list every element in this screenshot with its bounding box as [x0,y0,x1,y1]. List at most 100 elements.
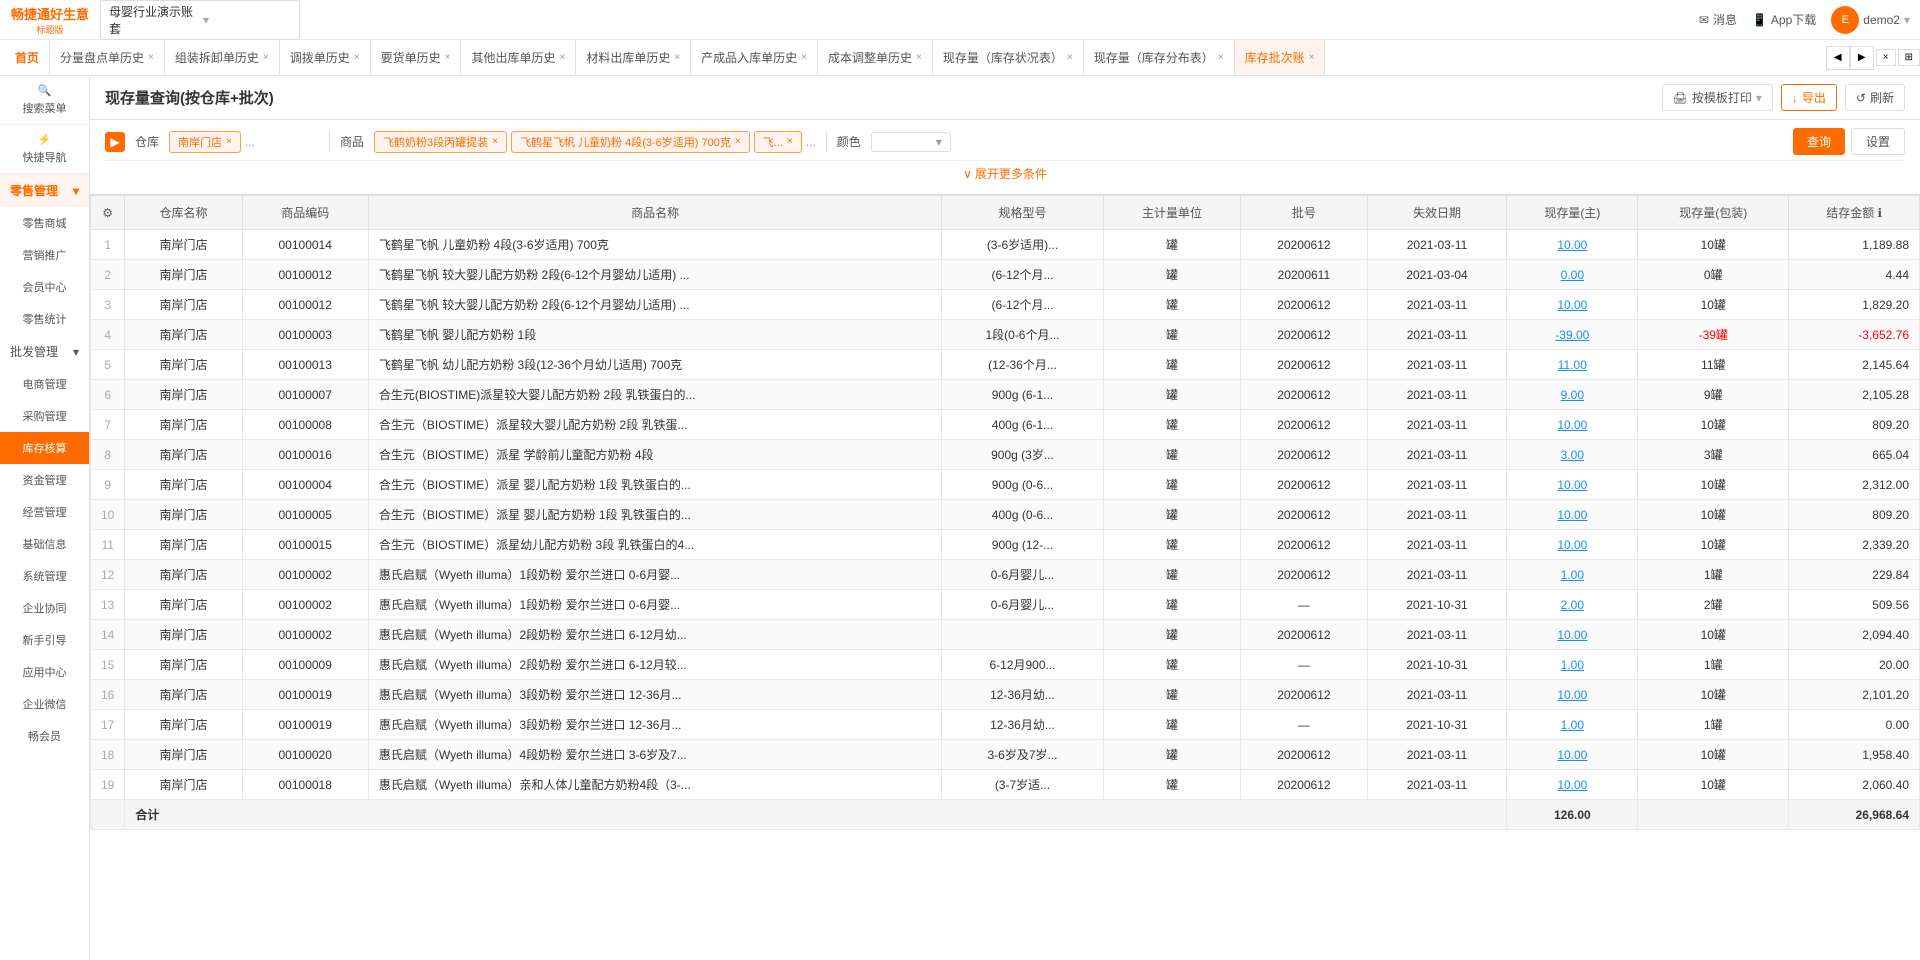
workspace-selector[interactable]: 母婴行业演示账套 ▾ [100,0,300,40]
top-bar: 畅捷通好生意 标题版 母婴行业演示账套 ▾ ✉ 消息 📱 App下载 E dem… [0,0,1920,40]
cell-qty-pkg: -39罐 [1638,320,1789,350]
close-tab-xiancun2[interactable]: × [1218,52,1224,63]
tab-cailiao[interactable]: 材料出库单历史 × [576,40,691,76]
app-download-btn[interactable]: 📱 App下载 [1752,11,1816,28]
filter-expand-arrow[interactable]: ▶ [105,132,125,152]
cell-qty-main[interactable]: 11.00 [1507,350,1638,380]
tab-xiancun1[interactable]: 现存量（库存状况表） × [933,40,1084,76]
sidebar-item-finance[interactable]: 资金管理 [0,464,89,496]
product-tag-1[interactable]: 飞鹤奶粉3段丙罐提装 × [374,131,507,153]
cell-qty-main[interactable]: 1.00 [1507,560,1638,590]
product-tag-3[interactable]: 飞... × [754,131,802,153]
warehouse-tag-nangang[interactable]: 南岸门店 × [169,131,241,153]
message-btn[interactable]: ✉ 消息 [1699,11,1737,28]
search-button[interactable]: 查询 [1793,128,1845,155]
sidebar-item-system[interactable]: 系统管理 [0,560,89,592]
tab-qtchuku[interactable]: 其他出库单历史 × [461,40,576,76]
cell-qty-main[interactable]: 2.00 [1507,590,1638,620]
tab-diaob[interactable]: 调拨单历史 × [280,40,371,76]
sidebar-item-vip[interactable]: 畅会员 [0,720,89,752]
nav-next-btn[interactable]: ▶ [1850,46,1874,70]
cell-qty-main[interactable]: 10.00 [1507,530,1638,560]
export-btn[interactable]: ↓ 导出 [1781,84,1837,111]
cell-qty-main[interactable]: 9.00 [1507,380,1638,410]
product-tag-3-close[interactable]: × [787,136,793,147]
tab-home[interactable]: 首页 [5,40,50,76]
sidebar-item-member[interactable]: 会员中心 [0,271,89,303]
sidebar-item-ecommerce[interactable]: 电商管理 [0,368,89,400]
cell-qty-main[interactable]: 10.00 [1507,770,1638,800]
expand-conditions-btn[interactable]: ∨ 展开更多条件 [105,160,1905,186]
cell-qty-main[interactable]: 10.00 [1507,680,1638,710]
col-spec: 规格型号 [942,196,1103,230]
cell-qty-main[interactable]: 1.00 [1507,650,1638,680]
cell-qty-main[interactable]: 10.00 [1507,230,1638,260]
tab-fenpan[interactable]: 分量盘点单历史 × [50,40,165,76]
table-row: 1南岸门店00100014飞鹤星飞帆 儿童奶粉 4段(3-6岁适用) 700克(… [91,230,1920,260]
sidebar-item-retail[interactable]: 零售管理 ▾ [0,174,89,207]
close-tab-fenpan[interactable]: × [148,52,154,63]
cell-qty-main[interactable]: 10.00 [1507,500,1638,530]
sidebar-item-inventory[interactable]: 库存核算 [0,432,89,464]
close-tab-zuchai[interactable]: × [263,52,269,63]
nav-prev-btn[interactable]: ◀ [1826,46,1850,70]
cell-amount: 229.84 [1789,560,1920,590]
cell-qty-main[interactable]: 3.00 [1507,440,1638,470]
sidebar-quick-nav[interactable]: ⚡ 快捷导航 [0,125,89,174]
tab-yaohuo[interactable]: 要货单历史 × [371,40,462,76]
tab-chengpin[interactable]: 产成品入库单历史 × [691,40,818,76]
settings-button[interactable]: 设置 [1851,128,1905,155]
color-filter-select[interactable]: ▾ [871,132,951,152]
close-tab-chenben[interactable]: × [916,52,922,63]
sidebar-item-purchase[interactable]: 采购管理 [0,400,89,432]
sidebar-item-collab[interactable]: 企业协同 [0,592,89,624]
sidebar-item-guide[interactable]: 新手引导 [0,624,89,656]
sidebar-search[interactable]: 🔍 搜索菜单 [0,76,89,125]
cell-qty-main[interactable]: 10.00 [1507,410,1638,440]
print-btn[interactable]: 🖨 按模板打印 ▾ [1662,84,1773,111]
sidebar-item-mgmt[interactable]: 经营管理 [0,496,89,528]
warehouse-tag-close[interactable]: × [226,136,232,147]
cell-qty-main[interactable]: -39.00 [1507,320,1638,350]
product-tag-2-close[interactable]: × [735,136,741,147]
tab-zuchai[interactable]: 组装拆卸单历史 × [165,40,280,76]
close-tab-diaob[interactable]: × [354,52,360,63]
cell-qty-pkg: 1罐 [1638,560,1789,590]
nav-expand-btn[interactable]: ⊞ [1898,49,1920,66]
user-profile[interactable]: E demo2 ▾ [1831,6,1910,34]
tab-chenben[interactable]: 成本调整单历史 × [818,40,933,76]
col-settings[interactable]: ⚙ [91,196,125,230]
cell-qty-main[interactable]: 10.00 [1507,290,1638,320]
cell-batch: 20200612 [1241,290,1367,320]
close-tab-qtchuku[interactable]: × [559,52,565,63]
product-tag-1-close[interactable]: × [492,136,498,147]
cell-qty-main[interactable]: 0.00 [1507,260,1638,290]
sidebar-item-retail-stats[interactable]: 零售统计 [0,303,89,335]
sidebar-item-wholesale[interactable]: 批发管理 ▾ [0,335,89,368]
product-more[interactable]: ... [806,135,816,149]
sidebar-item-basic[interactable]: 基础信息 [0,528,89,560]
tab-kucun-pici[interactable]: 库存批次账 × [1235,40,1326,76]
warehouse-more[interactable]: ... [245,135,255,149]
tab-xiancun2[interactable]: 现存量（库存分布表） × [1084,40,1235,76]
nav-close-all-btn[interactable]: × [1876,49,1896,66]
close-tab-pici[interactable]: × [1309,52,1315,63]
cell-no: 6 [91,380,125,410]
product-tag-2[interactable]: 飞鹤星飞帆 儿童奶粉 4段(3-6岁适用) 700克 × [511,131,750,153]
refresh-btn[interactable]: ↺ 刷新 [1845,84,1905,111]
close-tab-chengpin[interactable]: × [801,52,807,63]
sidebar-item-marketing[interactable]: 营销推广 [0,239,89,271]
close-tab-cailiao[interactable]: × [674,52,680,63]
table-row: 4南岸门店00100003飞鹤星飞帆 婴儿配方奶粉 1段1段(0-6个月...罐… [91,320,1920,350]
cell-qty-pkg: 10罐 [1638,470,1789,500]
sidebar-item-wechat[interactable]: 企业微信 [0,688,89,720]
cell-qty-main[interactable]: 10.00 [1507,620,1638,650]
sidebar-item-app-center[interactable]: 应用中心 [0,656,89,688]
close-tab-yaohuo[interactable]: × [445,52,451,63]
cell-qty-main[interactable]: 10.00 [1507,470,1638,500]
cell-qty-main[interactable]: 1.00 [1507,710,1638,740]
cell-qty-main[interactable]: 10.00 [1507,740,1638,770]
logo-text: 畅捷通好生意 [11,4,89,23]
close-tab-xiancun1[interactable]: × [1067,52,1073,63]
sidebar-item-shop[interactable]: 零售商城 [0,207,89,239]
